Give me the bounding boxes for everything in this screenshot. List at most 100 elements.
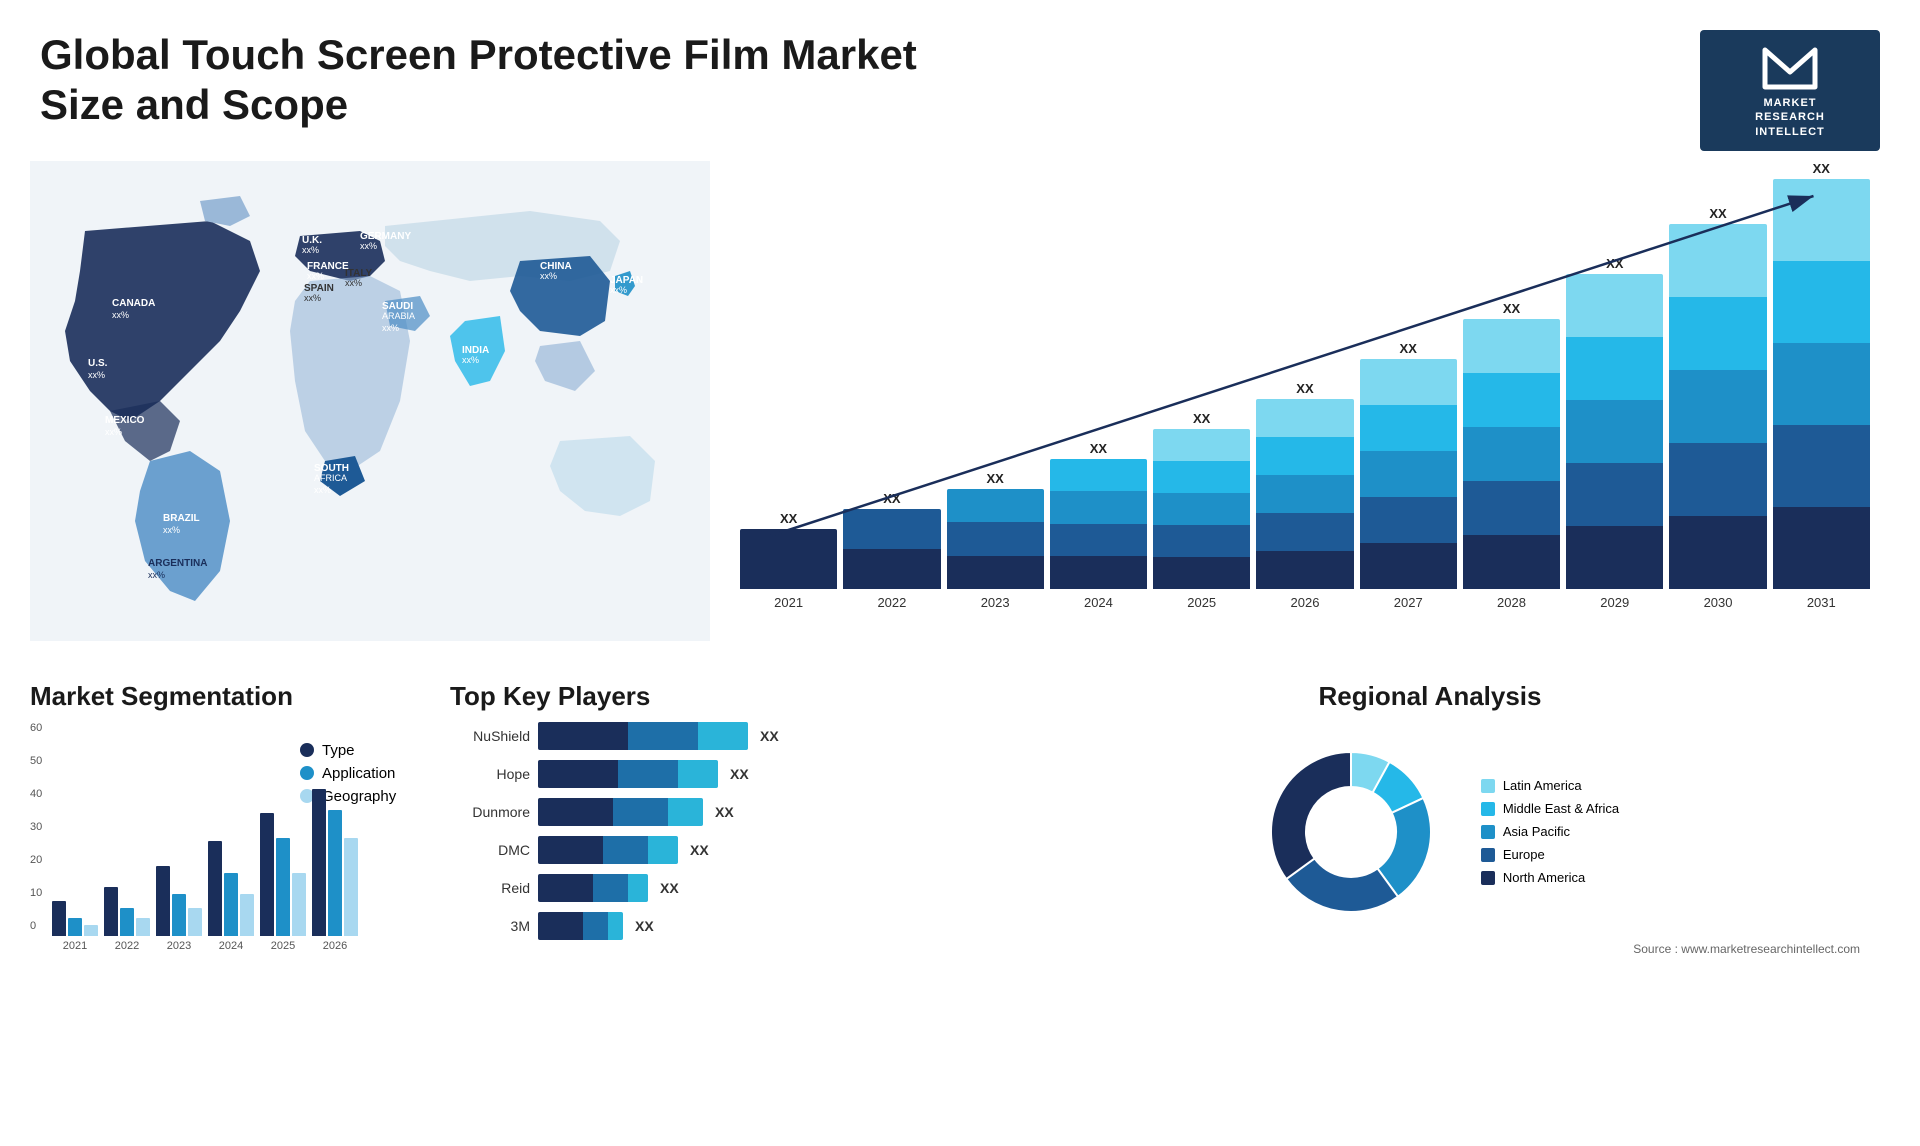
- bar-group-2026: XX 2026: [1256, 381, 1353, 610]
- world-map-svg: CANADA xx% U.S. xx% MEXICO xx% BRAZIL xx…: [30, 161, 710, 641]
- bar-stack-2021: [740, 529, 837, 589]
- donut-legend-item: Europe: [1481, 847, 1619, 862]
- segmentation-section: Market Segmentation 60 50 40 30 20 10 0 …: [30, 681, 430, 972]
- svg-text:xx%: xx%: [540, 271, 557, 281]
- bar-label-2021: 2021: [774, 595, 803, 610]
- seg-group-2022: 2022: [104, 887, 150, 952]
- seg-group-2024: 2024: [208, 841, 254, 952]
- svg-text:xx%: xx%: [382, 323, 399, 333]
- bar-stack-2027: [1360, 359, 1457, 589]
- bar-xx-2023: XX: [986, 471, 1003, 486]
- bar-label-2031: 2031: [1807, 595, 1836, 610]
- logo-text: MARKET RESEARCH INTELLECT: [1755, 96, 1825, 139]
- map-container: CANADA xx% U.S. xx% MEXICO xx% BRAZIL xx…: [30, 161, 710, 641]
- svg-text:xx%: xx%: [345, 278, 362, 288]
- logo-icon: [1760, 42, 1820, 92]
- player-row-dunmore: DunmoreXX: [450, 798, 950, 826]
- seg-bars-area: 202120222023202420252026: [52, 722, 280, 952]
- segmentation-title: Market Segmentation: [30, 681, 430, 712]
- top-content: CANADA xx% U.S. xx% MEXICO xx% BRAZIL xx…: [0, 161, 1920, 661]
- bar-label-2028: 2028: [1497, 595, 1526, 610]
- us-label: U.S.: [88, 358, 108, 369]
- donut-legend-item: Middle East & Africa: [1481, 801, 1619, 816]
- donut-legend: Latin America Middle East & Africa Asia Pa…: [1481, 778, 1619, 885]
- bar-group-2031: XX 2031: [1773, 161, 1870, 610]
- regional-title: Regional Analysis: [970, 681, 1890, 712]
- bar-stack-2028: [1463, 319, 1560, 589]
- bar-chart-bars: XX2021XX2022XX2023XX2024XX2025XX2026XX20…: [730, 161, 1870, 640]
- bar-group-2030: XX2030: [1669, 206, 1766, 610]
- svg-text:xx%: xx%: [360, 241, 377, 251]
- players-list: NuShieldXXHopeXXDunmoreXXDMCXXReidXX3MXX: [450, 722, 950, 940]
- bar-xx-2022: XX: [883, 491, 900, 506]
- svg-text:xx%: xx%: [304, 293, 321, 303]
- bar-stack-2023: [947, 489, 1044, 589]
- bar-stack-2024: [1050, 459, 1147, 589]
- svg-text:xx%: xx%: [314, 485, 331, 495]
- seg-group-2023: 2023: [156, 866, 202, 952]
- bar-xx-2028: XX: [1503, 301, 1520, 316]
- mexico-label: MEXICO: [105, 415, 145, 426]
- bar-group-2022: XX 2022: [843, 491, 940, 610]
- player-row-nushield: NuShieldXX: [450, 722, 950, 750]
- svg-text:xx%: xx%: [462, 355, 479, 365]
- bar-stack-2030: [1669, 224, 1766, 589]
- bar-group-2028: XX 2028: [1463, 301, 1560, 610]
- main-bar-chart-section: XX2021XX2022XX2023XX2024XX2025XX2026XX20…: [710, 161, 1890, 661]
- seg-group-2025: 2025: [260, 813, 306, 952]
- source-text: Source : www.marketresearchintellect.com: [970, 942, 1890, 964]
- bar-label-2029: 2029: [1600, 595, 1629, 610]
- regional-section: Regional Analysis Latin America Middle Ea…: [970, 681, 1890, 972]
- bar-label-2026: 2026: [1291, 595, 1320, 610]
- bar-group-2027: XX 2027: [1360, 341, 1457, 610]
- donut-container: Latin America Middle East & Africa Asia Pa…: [970, 722, 1890, 942]
- player-row-3m: 3MXX: [450, 912, 950, 940]
- app-legend-dot: [300, 766, 314, 780]
- donut-legend-item: Asia Pacific: [1481, 824, 1619, 839]
- svg-text:xx%: xx%: [302, 245, 319, 255]
- argentina-label: ARGENTINA: [148, 558, 207, 569]
- donut-legend-item: Latin America: [1481, 778, 1619, 793]
- svg-text:xx%: xx%: [307, 271, 324, 281]
- svg-text:xx%: xx%: [88, 370, 105, 380]
- logo: MARKET RESEARCH INTELLECT: [1700, 30, 1880, 151]
- legend-type: Type: [300, 742, 396, 759]
- page-title: Global Touch Screen Protective Film Mark…: [40, 30, 940, 131]
- bar-xx-2030: XX: [1709, 206, 1726, 221]
- bar-stack-2025: [1153, 429, 1250, 589]
- header: Global Touch Screen Protective Film Mark…: [0, 0, 1920, 161]
- donut-chart-svg: [1241, 722, 1461, 942]
- svg-text:xx%: xx%: [610, 285, 627, 295]
- bar-stack-2022: [843, 509, 940, 589]
- app-legend-label: Application: [322, 765, 395, 782]
- bar-stack-2029: [1566, 274, 1663, 589]
- bar-group-2023: XX 2023: [947, 471, 1044, 610]
- map-section: CANADA xx% U.S. xx% MEXICO xx% BRAZIL xx…: [30, 161, 710, 661]
- bar-xx-2025: XX: [1193, 411, 1210, 426]
- bottom-area: Market Segmentation 60 50 40 30 20 10 0 …: [0, 661, 1920, 982]
- bar-label-2027: 2027: [1394, 595, 1423, 610]
- bar-stack-2026: [1256, 399, 1353, 589]
- bar-xx-2031: XX: [1813, 161, 1830, 176]
- type-legend-label: Type: [322, 742, 355, 759]
- type-legend-dot: [300, 743, 314, 757]
- bar-group-2021: XX 2021: [740, 511, 837, 610]
- seg-group-2026: 2026: [312, 789, 358, 952]
- bar-xx-2026: XX: [1296, 381, 1313, 396]
- bar-xx-2029: XX: [1606, 256, 1623, 271]
- brazil-label: BRAZIL: [163, 513, 200, 524]
- player-row-dmc: DMCXX: [450, 836, 950, 864]
- legend-application: Application: [300, 765, 396, 782]
- donut-segment: [1271, 752, 1351, 879]
- svg-text:ARABIA: ARABIA: [382, 311, 415, 321]
- bar-xx-2027: XX: [1400, 341, 1417, 356]
- seg-chart: 60 50 40 30 20 10 0 20212022202320242025…: [30, 722, 280, 972]
- seg-group-2021: 2021: [52, 901, 98, 952]
- bar-xx-2021: XX: [780, 511, 797, 526]
- bar-label-2024: 2024: [1084, 595, 1113, 610]
- player-row-reid: ReidXX: [450, 874, 950, 902]
- bar-label-2023: 2023: [981, 595, 1010, 610]
- bar-label-2022: 2022: [877, 595, 906, 610]
- svg-text:xx%: xx%: [148, 570, 165, 580]
- players-section: Top Key Players NuShieldXXHopeXXDunmoreX…: [450, 681, 950, 972]
